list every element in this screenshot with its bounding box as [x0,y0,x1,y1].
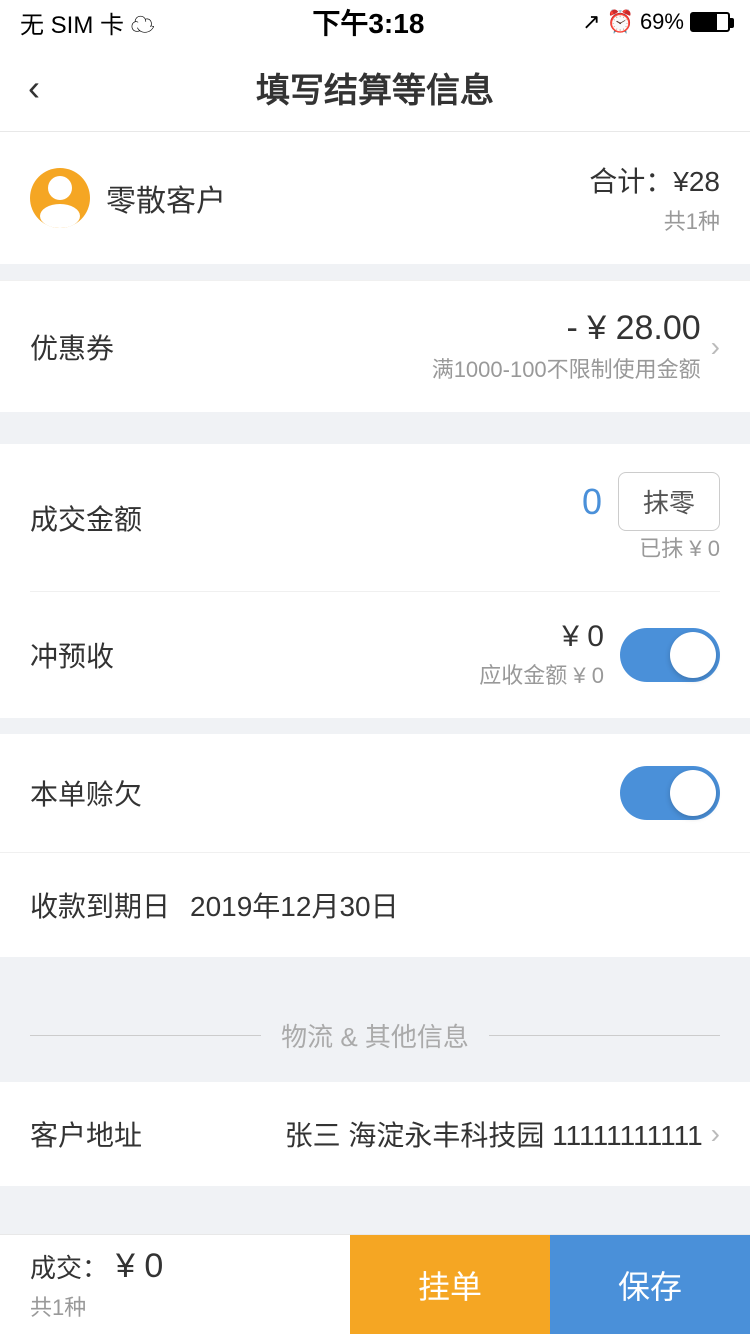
separator-3 [0,973,750,989]
nav-bar: ‹ 填写结算等信息 [0,44,750,132]
round-button[interactable]: 抹零 [618,472,720,531]
due-date-value: 2019年12月30日 [190,885,399,925]
prepayment-row: 冲预收 ¥ 0 应收金额 ¥ 0 [30,592,720,718]
due-date-row: 收款到期日 2019年12月30日 [0,852,750,957]
bottom-count: 共1种 [30,1290,320,1322]
coupon-section: 优惠券 - ¥ 28.00 满1000-100不限制使用金额 › [0,280,750,412]
prepayment-label: 冲预收 [30,635,114,675]
debt-toggle[interactable] [620,766,720,820]
debt-row: 本单赊欠 [0,734,750,852]
save-button[interactable]: 保存 [550,1235,750,1334]
debt-label: 本单赊欠 [30,773,142,813]
status-right: ↗ ⏰ 69% [582,9,730,35]
coupon-row[interactable]: 优惠券 - ¥ 28.00 满1000-100不限制使用金额 › [0,280,750,412]
transaction-label: 成交金额 [30,498,142,538]
prepayment-right: ¥ 0 应收金额 ¥ 0 [479,620,720,690]
page-title: 填写结算等信息 [256,63,494,112]
deal-amount: ¥ 0 [116,1247,163,1286]
status-time: 下午3:18 [312,2,424,42]
transaction-amount[interactable]: 0 [542,481,602,523]
address-row[interactable]: 客户地址 张三 海淀永丰科技园 11111111111 › [0,1082,750,1186]
coupon-amount: - ¥ 28.00 [432,309,701,348]
chevron-right-icon-2: › [711,1118,720,1150]
trans-right: 0 抹零 [542,472,720,531]
back-button[interactable]: ‹ [28,67,40,109]
avatar [30,168,90,228]
status-bar: 无 SIM 卡 ☁ 下午3:18 ↗ ⏰ 69% [0,0,750,44]
location-icon: ↗ [582,9,600,35]
battery-percent: 69% [640,9,684,35]
address-right: 张三 海淀永丰科技园 11111111111 › [265,1114,720,1154]
debt-section: 本单赊欠 收款到期日 2019年12月30日 [0,734,750,957]
coupon-desc: 满1000-100不限制使用金额 [432,352,701,384]
address-section: 客户地址 张三 海淀永丰科技园 11111111111 › [0,1082,750,1186]
chevron-right-icon: › [711,331,720,363]
status-left: 无 SIM 卡 ☁ [20,5,155,40]
sim-label: 无 SIM 卡 ☁ [20,5,155,40]
logistics-line-right [489,1035,720,1036]
bottom-info: 成交： ¥ 0 共1种 [0,1247,350,1322]
suspend-button[interactable]: 挂单 [350,1235,550,1334]
alarm-icon: ⏰ [607,9,634,35]
separator-1 [0,428,750,444]
prepay-info: ¥ 0 应收金额 ¥ 0 [479,620,604,690]
coupon-right: - ¥ 28.00 满1000-100不限制使用金额 › [432,309,720,384]
customer-left: 零散客户 [30,168,226,228]
person-icon [30,168,90,228]
battery-icon [690,12,730,32]
logistics-header: 物流 & 其他信息 [0,989,750,1082]
coupon-info: - ¥ 28.00 满1000-100不限制使用金额 [432,309,701,384]
content-area: 零散客户 合计：¥28 共1种 优惠券 - ¥ 28.00 满1000-100不… [0,132,750,1322]
prepayment-toggle[interactable] [620,628,720,682]
transaction-sub: 已抹 ¥ 0 [542,531,720,563]
address-label: 客户地址 [30,1114,142,1154]
transaction-right: 0 抹零 已抹 ¥ 0 [542,472,720,563]
prepay-amount: ¥ 0 [479,620,604,654]
total-amount: 合计：¥28 [589,160,720,200]
transaction-row: 成交金额 0 抹零 已抹 ¥ 0 [30,444,720,592]
total-count: 共1种 [589,204,720,236]
prepay-sub: 应收金额 ¥ 0 [479,658,604,690]
deal-label: 成交： [30,1248,108,1285]
customer-total: 合计：¥28 共1种 [589,160,720,236]
customer-name: 零散客户 [106,176,226,220]
bottom-bar: 成交： ¥ 0 共1种 挂单 保存 [0,1234,750,1334]
separator-2 [0,718,750,734]
customer-section: 零散客户 合计：¥28 共1种 [0,132,750,264]
logistics-line-left [30,1035,261,1036]
customer-row: 零散客户 合计：¥28 共1种 [0,132,750,264]
due-date-label: 收款到期日 [30,885,170,925]
deal-row: 成交： ¥ 0 [30,1247,320,1286]
logistics-label: 物流 & 其他信息 [281,1017,469,1054]
coupon-label: 优惠券 [30,327,114,367]
transaction-section: 成交金额 0 抹零 已抹 ¥ 0 冲预收 ¥ 0 应收金额 ¥ 0 [0,444,750,718]
address-value: 张三 海淀永丰科技园 11111111111 [285,1114,703,1154]
